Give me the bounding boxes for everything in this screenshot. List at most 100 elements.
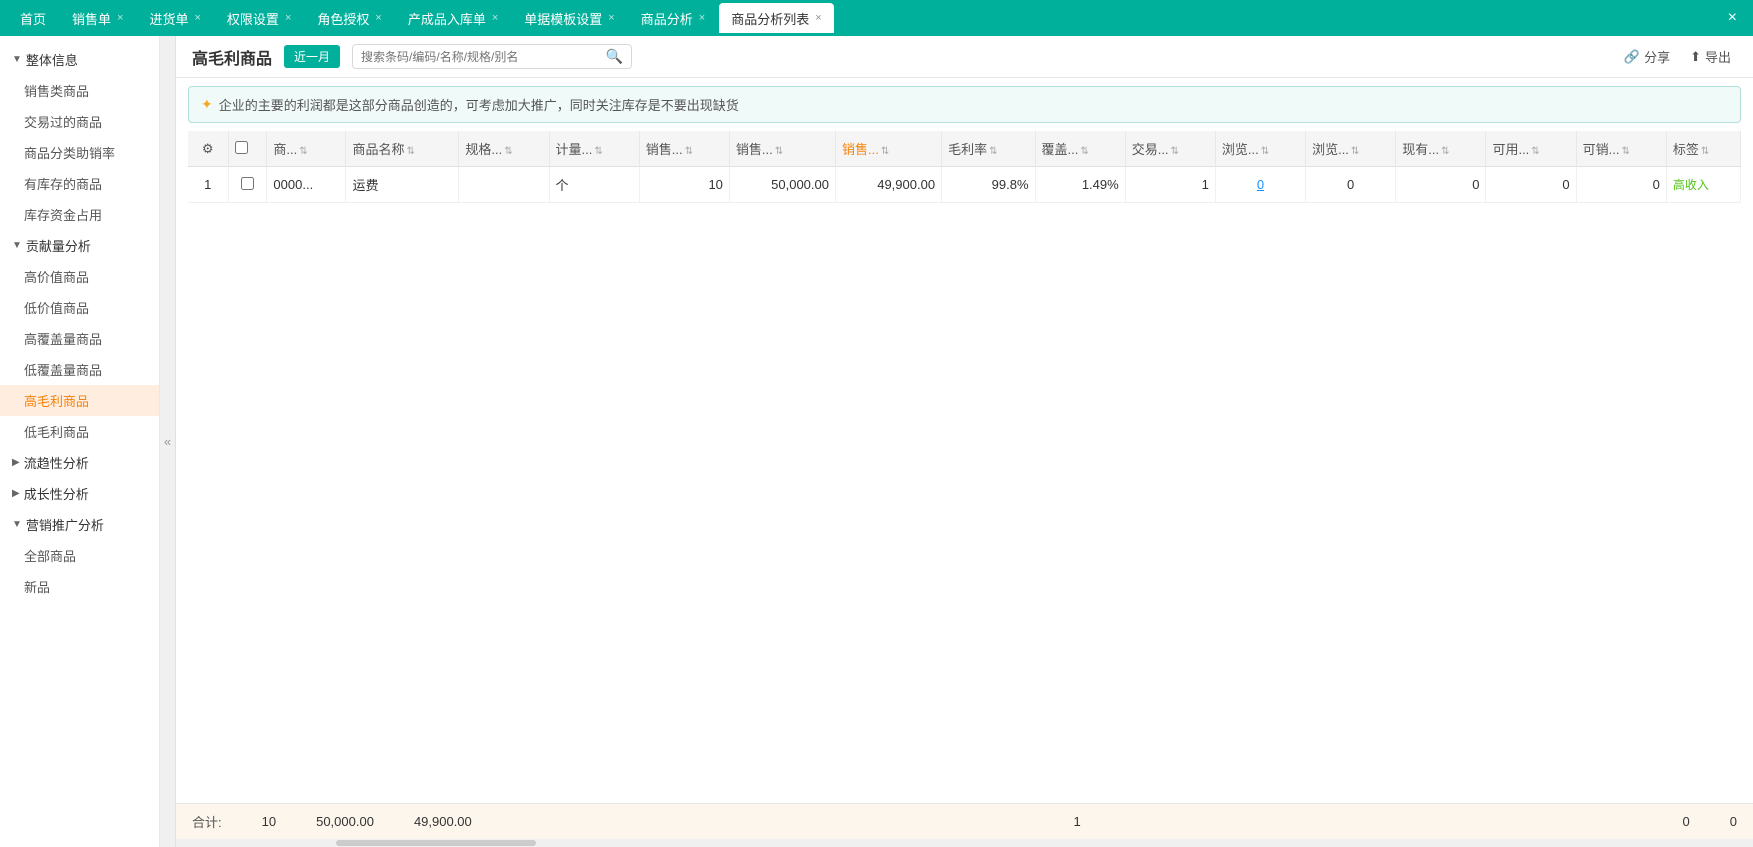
nav-tab-template[interactable]: 单据模板设置 × — [512, 3, 626, 33]
cell-name: 运费 — [346, 167, 459, 203]
table-header-row: ⚙ 商...⇅ 商品名称⇅ 规格...⇅ 计量...⇅ 销售...⇅ 销售...… — [188, 131, 1741, 167]
cell-checkbox[interactable] — [228, 167, 267, 203]
chevron-right-icon: ▶ — [12, 488, 20, 499]
sort-icon: ⇅ — [881, 146, 889, 157]
sort-icon: ⇅ — [1261, 146, 1269, 157]
sort-icon: ⇅ — [1441, 146, 1449, 157]
sidebar-item-low-value[interactable]: 低价值商品 — [0, 292, 159, 323]
sidebar-item-sales-goods[interactable]: 销售类商品 — [0, 75, 159, 106]
close-icon[interactable]: × — [194, 12, 200, 24]
chevron-down-icon: ▼ — [12, 240, 22, 251]
nav-tab-purchase[interactable]: 进货单 × — [137, 3, 212, 33]
nav-home[interactable]: 首页 — [8, 3, 58, 33]
col-settings[interactable]: ⚙ — [188, 131, 228, 167]
col-sale-profit[interactable]: 销售...⇅ — [835, 131, 941, 167]
sort-icon: ⇅ — [504, 146, 512, 157]
nav-tab-warehouse[interactable]: 产成品入库单 × — [396, 3, 510, 33]
sort-icon: ⇅ — [299, 146, 307, 157]
col-coverage[interactable]: 覆盖...⇅ — [1035, 131, 1125, 167]
col-sale-qty[interactable]: 销售...⇅ — [639, 131, 729, 167]
col-stock-sale[interactable]: 可销...⇅ — [1576, 131, 1666, 167]
search-input[interactable] — [361, 50, 602, 64]
nav-tab-role[interactable]: 角色授权 × — [305, 3, 393, 33]
sidebar-item-traded-goods[interactable]: 交易过的商品 — [0, 106, 159, 137]
share-icon: 🔗 — [1624, 49, 1640, 65]
sidebar-group-growth[interactable]: ▶ 成长性分析 — [0, 478, 159, 509]
sidebar-item-high-coverage[interactable]: 高覆盖量商品 — [0, 323, 159, 354]
cell-sale-amt: 50,000.00 — [729, 167, 835, 203]
col-transaction[interactable]: 交易...⇅ — [1125, 131, 1215, 167]
close-icon[interactable]: × — [492, 12, 498, 24]
col-unit[interactable]: 计量...⇅ — [549, 131, 639, 167]
page-title: 高毛利商品 — [192, 45, 272, 69]
sidebar-item-new-goods[interactable]: 新品 — [0, 571, 159, 602]
col-gross-margin[interactable]: 毛利率⇅ — [942, 131, 1035, 167]
col-stock-avail[interactable]: 可用...⇅ — [1486, 131, 1576, 167]
col-code[interactable]: 商...⇅ — [267, 131, 346, 167]
main-layout: ▼ 整体信息 销售类商品 交易过的商品 商品分类助销率 有库存的商品 库存资金占… — [0, 36, 1753, 847]
close-icon[interactable]: × — [608, 12, 614, 24]
nav-tab-permission[interactable]: 权限设置 × — [215, 3, 303, 33]
close-icon[interactable]: × — [285, 12, 291, 24]
sidebar: ▼ 整体信息 销售类商品 交易过的商品 商品分类助销率 有库存的商品 库存资金占… — [0, 36, 160, 847]
close-icon[interactable]: × — [699, 12, 705, 24]
data-table: ⚙ 商...⇅ 商品名称⇅ 规格...⇅ 计量...⇅ 销售...⇅ 销售...… — [188, 131, 1741, 203]
sidebar-item-low-margin[interactable]: 低毛利商品 — [0, 416, 159, 447]
close-icon[interactable]: × — [815, 12, 821, 24]
horizontal-scrollbar[interactable] — [176, 839, 1753, 847]
export-icon: ⬆ — [1690, 49, 1701, 65]
sidebar-item-stock-capital[interactable]: 库存资金占用 — [0, 199, 159, 230]
col-browse2[interactable]: 浏览...⇅ — [1306, 131, 1396, 167]
col-browse1[interactable]: 浏览...⇅ — [1215, 131, 1305, 167]
cell-num: 1 — [188, 167, 228, 203]
period-button[interactable]: 近一月 — [284, 45, 340, 68]
close-icon[interactable]: × — [117, 12, 123, 24]
sidebar-group-overall[interactable]: ▼ 整体信息 — [0, 44, 159, 75]
sidebar-item-category-rate[interactable]: 商品分类助销率 — [0, 137, 159, 168]
col-sale-amt[interactable]: 销售...⇅ — [729, 131, 835, 167]
search-icon[interactable]: 🔍 — [606, 48, 623, 65]
search-box: 🔍 — [352, 44, 632, 69]
data-table-container: ⚙ 商...⇅ 商品名称⇅ 规格...⇅ 计量...⇅ 销售...⇅ 销售...… — [176, 131, 1753, 803]
select-all-checkbox[interactable] — [235, 141, 248, 154]
table-footer: 合计: 10 50,000.00 49,900.00 1 0 0 — [176, 803, 1753, 839]
col-spec[interactable]: 规格...⇅ — [459, 131, 549, 167]
sidebar-group-marketing[interactable]: ▼ 营销推广分析 — [0, 509, 159, 540]
cell-browse1[interactable]: 0 — [1215, 167, 1305, 203]
nav-tab-analysis[interactable]: 商品分析 × — [629, 3, 717, 33]
col-stock-current[interactable]: 现有...⇅ — [1396, 131, 1486, 167]
sort-icon: ⇅ — [685, 146, 693, 157]
col-name[interactable]: 商品名称⇅ — [346, 131, 459, 167]
cell-tag: 高收入 — [1666, 167, 1740, 203]
sidebar-item-low-coverage[interactable]: 低覆盖量商品 — [0, 354, 159, 385]
sidebar-group-flow[interactable]: ▶ 流趋性分析 — [0, 447, 159, 478]
sidebar-collapse-button[interactable]: « — [160, 36, 176, 847]
scrollbar-thumb[interactable] — [336, 840, 536, 846]
cell-stock-current: 0 — [1396, 167, 1486, 203]
col-tag[interactable]: 标签⇅ — [1666, 131, 1740, 167]
top-nav: 首页 销售单 × 进货单 × 权限设置 × 角色授权 × 产成品入库单 × 单据… — [0, 0, 1753, 36]
sidebar-item-high-value[interactable]: 高价值商品 — [0, 261, 159, 292]
cell-gross-margin: 99.8% — [942, 167, 1035, 203]
sort-icon: ⇅ — [1351, 146, 1359, 157]
cell-coverage: 1.49% — [1035, 167, 1125, 203]
cell-stock-avail: 0 — [1486, 167, 1576, 203]
export-button[interactable]: ⬆ 导出 — [1684, 44, 1737, 69]
nav-tab-analysis-list[interactable]: 商品分析列表 × — [719, 3, 833, 33]
sidebar-group-contribution[interactable]: ▼ 贡献量分析 — [0, 230, 159, 261]
sidebar-item-all-goods[interactable]: 全部商品 — [0, 540, 159, 571]
close-icon[interactable]: × — [375, 12, 381, 24]
warning-icon: ✦ — [201, 96, 213, 113]
sidebar-item-high-margin[interactable]: 高毛利商品 — [0, 385, 159, 416]
window-close-button[interactable]: × — [1720, 9, 1745, 27]
share-button[interactable]: 🔗 分享 — [1618, 44, 1676, 69]
sort-icon: ⇅ — [989, 146, 997, 157]
col-checkbox[interactable] — [228, 131, 267, 167]
cell-sale-qty: 10 — [639, 167, 729, 203]
chevron-right-icon: ▶ — [12, 457, 20, 468]
nav-tab-sales[interactable]: 销售单 × — [60, 3, 135, 33]
sidebar-item-in-stock[interactable]: 有库存的商品 — [0, 168, 159, 199]
sort-icon: ⇅ — [406, 146, 414, 157]
row-checkbox[interactable] — [241, 177, 254, 190]
sort-icon: ⇅ — [594, 146, 602, 157]
